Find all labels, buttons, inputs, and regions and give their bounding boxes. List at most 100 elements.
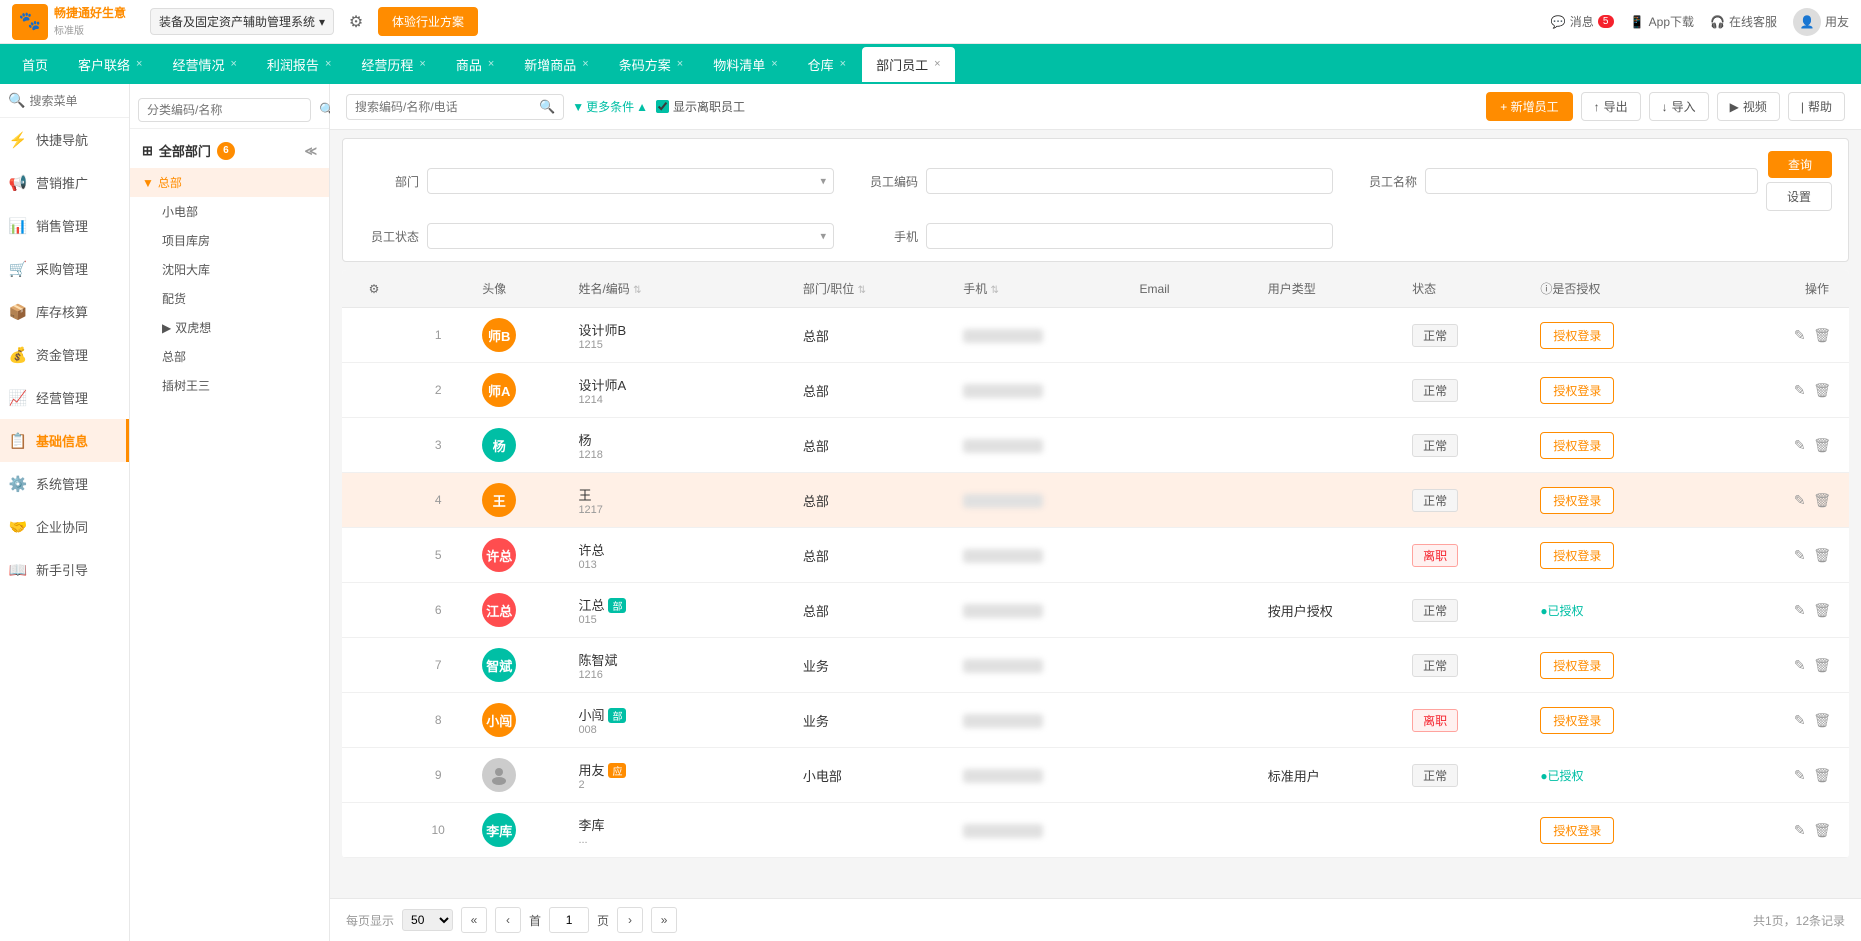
tab-bom[interactable]: 物料清单 ×: [699, 47, 791, 82]
sidebar-item-purchase[interactable]: 🛒 采购管理: [0, 247, 129, 290]
more-filter-btn[interactable]: ▼ 更多条件 ▲: [572, 98, 648, 115]
system-selector[interactable]: 装备及固定资产辅助管理系统 ▾: [150, 8, 334, 35]
edit-button[interactable]: ✎: [1792, 545, 1808, 566]
tab-operations[interactable]: 经营情况 ×: [158, 47, 250, 82]
auth-login-button[interactable]: 授权登录: [1540, 817, 1614, 844]
nav-search-input[interactable]: [29, 94, 130, 108]
online-service-btn[interactable]: 🎧 在线客服: [1710, 13, 1777, 30]
auth-login-button[interactable]: 授权登录: [1540, 377, 1614, 404]
tree-node-chashuwang[interactable]: 插树王三: [130, 371, 329, 400]
delete-button[interactable]: 🗑: [1811, 820, 1833, 841]
page-number-input[interactable]: [549, 907, 589, 933]
edit-button[interactable]: ✎: [1792, 655, 1808, 676]
employee-name-input[interactable]: [1425, 168, 1758, 194]
first-page-button[interactable]: «: [461, 907, 487, 933]
edit-button[interactable]: ✎: [1792, 820, 1808, 841]
export-button[interactable]: ↑ 导出: [1581, 92, 1641, 121]
settings-icon[interactable]: ⚙: [369, 282, 380, 296]
import-button[interactable]: ↓ 导入: [1649, 92, 1709, 121]
sidebar-item-inventory[interactable]: 📦 库存核算: [0, 290, 129, 333]
dept-search-input[interactable]: [138, 98, 311, 122]
col-phone[interactable]: 手机 ⇅: [951, 270, 1127, 308]
close-icon[interactable]: ×: [419, 58, 425, 70]
delete-button[interactable]: 🗑: [1811, 600, 1833, 621]
tree-node-head2[interactable]: 总部: [130, 342, 329, 371]
delete-button[interactable]: 🗑: [1811, 710, 1833, 731]
prev-page-button[interactable]: ‹: [495, 907, 521, 933]
col-name-code[interactable]: 姓名/编码 ⇅: [566, 270, 790, 308]
auth-login-button[interactable]: 授权登录: [1540, 652, 1614, 679]
app-download-btn[interactable]: 📱 App下载: [1630, 13, 1694, 30]
show-resigned-checkbox[interactable]: [656, 100, 669, 113]
edit-button[interactable]: ✎: [1792, 435, 1808, 456]
auth-login-button[interactable]: 授权登录: [1540, 542, 1614, 569]
auth-login-button[interactable]: 授权登录: [1540, 432, 1614, 459]
dept-select[interactable]: [427, 168, 834, 194]
sidebar-item-finance[interactable]: 💰 资金管理: [0, 333, 129, 376]
tab-goods[interactable]: 商品 ×: [442, 47, 508, 82]
next-page-button[interactable]: ›: [617, 907, 643, 933]
sidebar-item-quick-nav[interactable]: ⚡ 快捷导航: [0, 118, 129, 161]
close-icon[interactable]: ×: [325, 58, 331, 70]
sidebar-item-system[interactable]: ⚙️ 系统管理: [0, 462, 129, 505]
settings-icon[interactable]: ⚙: [342, 8, 370, 36]
employee-code-input[interactable]: [926, 168, 1333, 194]
delete-button[interactable]: 🗑: [1811, 545, 1833, 566]
tree-node-head[interactable]: ▼ 总部: [130, 168, 329, 197]
phone-input[interactable]: [926, 223, 1333, 249]
sidebar-item-management[interactable]: 📈 经营管理: [0, 376, 129, 419]
delete-button[interactable]: 🗑: [1811, 325, 1833, 346]
search-input[interactable]: [355, 100, 535, 114]
tree-node-shenyang[interactable]: 沈阳大库: [130, 255, 329, 284]
search-button[interactable]: 查询: [1768, 151, 1832, 178]
view-button[interactable]: ▶ 视频: [1717, 92, 1780, 121]
close-icon[interactable]: ×: [488, 58, 494, 70]
tree-node-small-electric[interactable]: 小电部: [130, 197, 329, 226]
status-select[interactable]: [427, 223, 834, 249]
delete-button[interactable]: 🗑: [1811, 765, 1833, 786]
tree-node-distribution[interactable]: 配货: [130, 284, 329, 313]
close-icon[interactable]: ×: [230, 58, 236, 70]
close-icon[interactable]: ×: [934, 58, 940, 70]
edit-button[interactable]: ✎: [1792, 765, 1808, 786]
edit-button[interactable]: ✎: [1792, 490, 1808, 511]
auth-login-button[interactable]: 授权登录: [1540, 322, 1614, 349]
close-icon[interactable]: ×: [677, 58, 683, 70]
delete-button[interactable]: 🗑: [1811, 655, 1833, 676]
last-page-button[interactable]: »: [651, 907, 677, 933]
tab-profit[interactable]: 利润报告 ×: [253, 47, 345, 82]
edit-button[interactable]: ✎: [1792, 600, 1808, 621]
delete-button[interactable]: 🗑: [1811, 435, 1833, 456]
delete-button[interactable]: 🗑: [1811, 380, 1833, 401]
user-avatar[interactable]: 👤 用友: [1793, 8, 1849, 36]
sidebar-item-basic-info[interactable]: 📋 基础信息: [0, 419, 129, 462]
collapse-icon[interactable]: ≪: [304, 144, 317, 158]
close-icon[interactable]: ×: [771, 58, 777, 70]
col-dept-position[interactable]: 部门/职位 ⇅: [791, 270, 951, 308]
message-btn[interactable]: 💬 消息 5: [1551, 13, 1614, 30]
sidebar-item-sales[interactable]: 📊 销售管理: [0, 204, 129, 247]
trial-button[interactable]: 体验行业方案: [378, 7, 478, 36]
edit-button[interactable]: ✎: [1792, 380, 1808, 401]
auth-login-button[interactable]: 授权登录: [1540, 487, 1614, 514]
delete-button[interactable]: 🗑: [1811, 490, 1833, 511]
tree-node-project-storage[interactable]: 项目库房: [130, 226, 329, 255]
edit-button[interactable]: ✎: [1792, 710, 1808, 731]
edit-button[interactable]: ✎: [1792, 325, 1808, 346]
reset-button[interactable]: 设置: [1766, 182, 1832, 211]
tab-employees[interactable]: 部门员工 ×: [862, 47, 954, 82]
sidebar-item-collab[interactable]: 🤝 企业协同: [0, 505, 129, 548]
help-button[interactable]: | 帮助: [1788, 92, 1845, 121]
tab-home[interactable]: 首页: [8, 47, 62, 82]
auth-login-button[interactable]: 授权登录: [1540, 707, 1614, 734]
tab-barcode[interactable]: 条码方案 ×: [605, 47, 697, 82]
sidebar-item-marketing[interactable]: 📢 营销推广: [0, 161, 129, 204]
tab-customer[interactable]: 客户联络 ×: [64, 47, 156, 82]
tab-history[interactable]: 经营历程 ×: [347, 47, 439, 82]
add-employee-button[interactable]: + 新增员工: [1486, 92, 1572, 121]
tree-node-shuanghu[interactable]: ▶ 双虎想: [130, 313, 329, 342]
tab-add-goods[interactable]: 新增商品 ×: [510, 47, 602, 82]
tab-warehouse[interactable]: 仓库 ×: [794, 47, 860, 82]
page-size-select[interactable]: 50 100: [402, 909, 453, 931]
close-icon[interactable]: ×: [840, 58, 846, 70]
